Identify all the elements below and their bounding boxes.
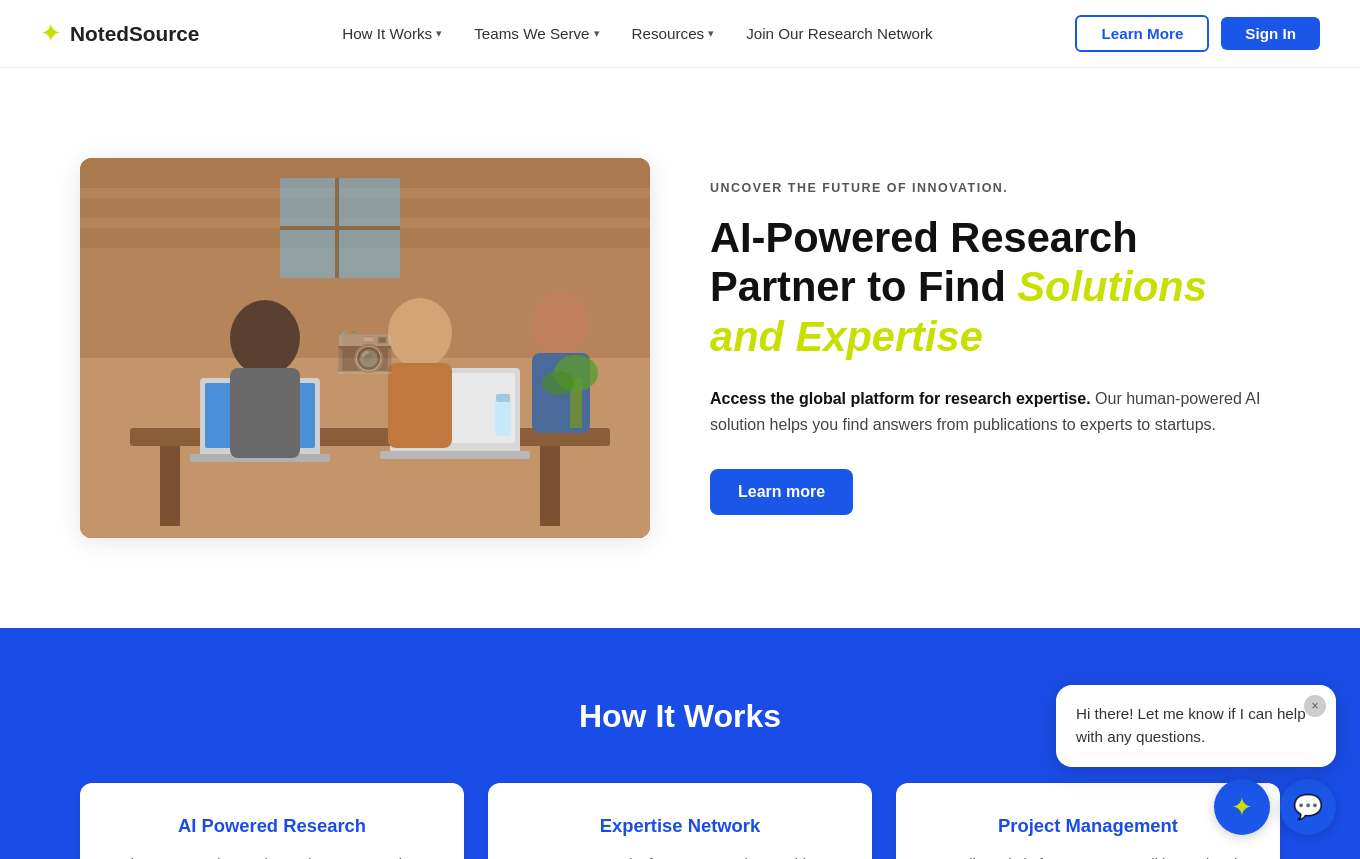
svg-rect-27 [496,394,510,402]
svg-rect-10 [540,446,560,526]
logo-star-icon: ✦ [40,21,62,47]
chevron-down-icon: ▾ [594,27,600,40]
logo[interactable]: ✦ NotedSource [40,21,199,47]
hero-description: Access the global platform for research … [710,386,1280,437]
how-card-desc-3: Sandboxed platform to manage all interna… [924,853,1252,859]
hero-section: UNCOVER THE FUTURE OF INNOVATION. AI-Pow… [0,68,1360,628]
hero-cta-button[interactable]: Learn more [710,469,853,515]
nav-links: How It Works ▾ Teams We Serve ▾ Resource… [330,17,945,50]
hero-photo [80,158,650,538]
hero-desc-bold: Access the global platform for research … [710,390,1091,407]
how-card-ai-research: AI Powered Research Ask any research que… [80,783,464,859]
svg-rect-9 [160,446,180,526]
chat-widget: × Hi there! Let me know if I can help wi… [1056,685,1336,835]
nav-actions: Learn More Sign In [1075,15,1320,52]
nav-how-it-works[interactable]: How It Works ▾ [330,17,454,50]
chevron-down-icon: ▾ [708,27,714,40]
chat-bubble: × Hi there! Let me know if I can help wi… [1056,685,1336,767]
hero-title: AI-Powered Research Partner to Find Solu… [710,213,1280,363]
hero-content: UNCOVER THE FUTURE OF INNOVATION. AI-Pow… [710,181,1280,516]
chat-avatar-star-icon: ✦ [1231,792,1253,822]
learn-more-button[interactable]: Learn More [1075,15,1209,52]
chat-open-button[interactable]: 💬 [1280,779,1336,835]
chat-message: Hi there! Let me know if I can help with… [1076,705,1306,745]
how-card-title-1: AI Powered Research [108,815,436,837]
logo-text: NotedSource [70,22,199,46]
hero-illustration [80,158,650,538]
chat-close-button[interactable]: × [1304,695,1326,717]
svg-point-19 [388,298,452,368]
navigation: ✦ NotedSource How It Works ▾ Teams We Se… [0,0,1360,68]
how-card-desc-1: Ask any research question and use AI to … [108,853,436,859]
chat-avatar[interactable]: ✦ [1214,779,1270,835]
hero-eyebrow: UNCOVER THE FUTURE OF INNOVATION. [710,181,1280,195]
how-card-expertise: Expertise Network Browse network of 50,0… [488,783,872,859]
svg-rect-20 [388,363,452,448]
svg-point-17 [230,300,300,376]
chat-icon: 💬 [1293,793,1323,821]
svg-point-21 [532,291,588,355]
svg-point-25 [542,371,574,395]
nav-resources[interactable]: Resources ▾ [620,17,727,50]
svg-rect-16 [380,451,530,459]
chevron-down-icon: ▾ [436,27,442,40]
svg-rect-7 [280,226,400,230]
nav-join-research-network[interactable]: Join Our Research Network [734,17,945,50]
nav-teams-we-serve[interactable]: Teams We Serve ▾ [462,17,611,50]
sign-in-button[interactable]: Sign In [1221,17,1320,50]
svg-rect-26 [495,398,511,436]
hero-image [80,158,650,538]
how-card-desc-2: Browse network of 50,000 expertise provi… [516,853,844,859]
svg-rect-18 [230,368,300,458]
how-card-title-2: Expertise Network [516,815,844,837]
